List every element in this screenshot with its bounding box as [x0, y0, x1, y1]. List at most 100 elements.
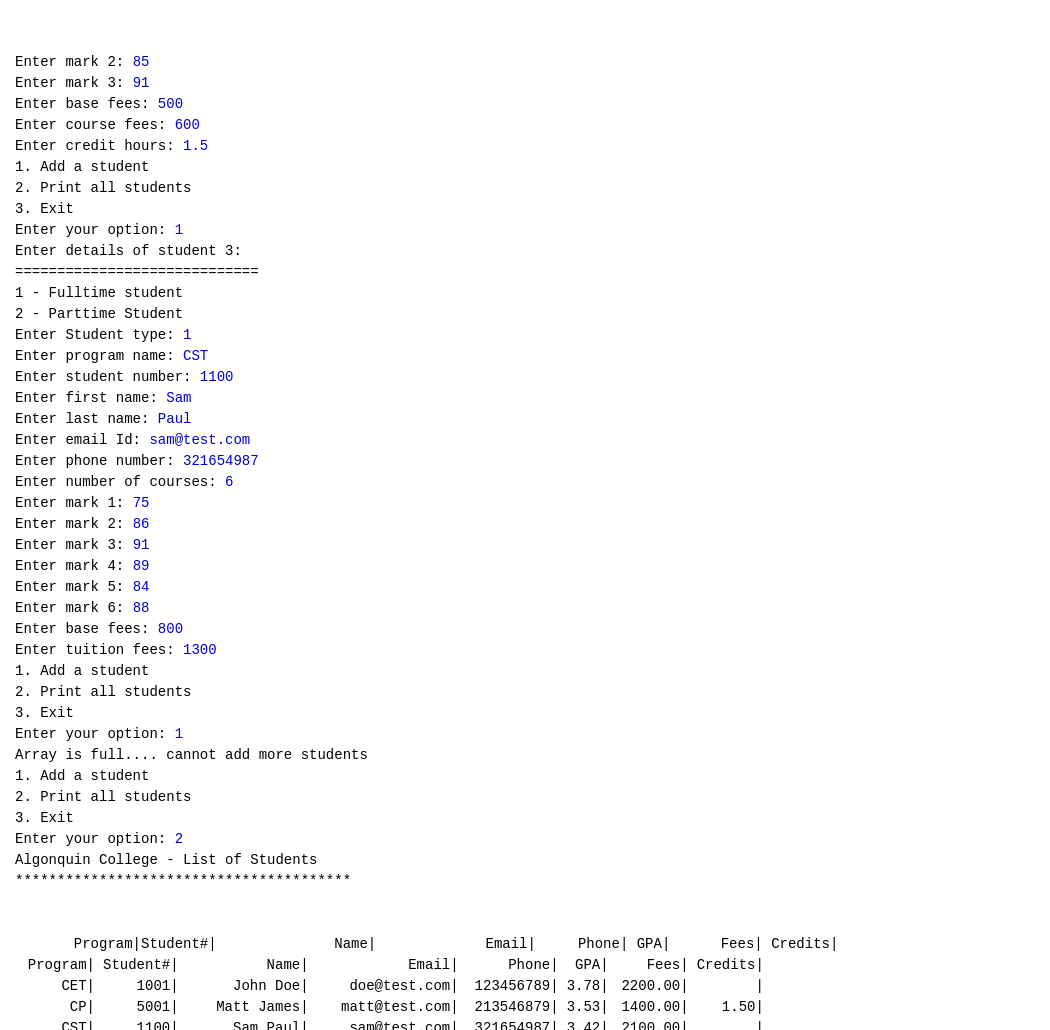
prompt-text: Enter email Id:: [15, 432, 149, 448]
prompt-text: Enter mark 1:: [15, 495, 133, 511]
terminal-line: =============================: [15, 262, 1035, 283]
table-cell: doe@test.com|: [309, 976, 459, 997]
user-input-text: 1300: [183, 642, 217, 658]
terminal-line: Enter student number: 1100: [15, 367, 1035, 388]
prompt-text: Enter first name:: [15, 390, 166, 406]
terminal-line: 2. Print all students: [15, 178, 1035, 199]
table-row: CST|1100|Sam Paul|sam@test.com|321654987…: [15, 1018, 764, 1030]
user-input-text: 2: [175, 831, 183, 847]
prompt-text: Enter tuition fees:: [15, 642, 183, 658]
terminal-line: Enter Student type: 1: [15, 325, 1035, 346]
table-cell: CP|: [15, 997, 95, 1018]
prompt-text: Enter mark 2:: [15, 516, 133, 532]
user-input-text: 1: [175, 726, 183, 742]
table-cell: John Doe|: [179, 976, 309, 997]
prompt-text: Enter base fees:: [15, 621, 158, 637]
user-input-text: 84: [133, 579, 150, 595]
terminal-line: Enter mark 4: 89: [15, 556, 1035, 577]
terminal-line: Enter your option: 1: [15, 220, 1035, 241]
user-input-text: sam@test.com: [149, 432, 250, 448]
table-col-header: Fees|: [609, 955, 689, 976]
table-cell: 1.50|: [689, 997, 764, 1018]
terminal-output: Enter mark 2: 85 Enter mark 3: 91 Enter ba…: [15, 10, 1035, 1030]
user-input-text: 1: [183, 327, 191, 343]
prompt-text: Enter mark 3:: [15, 537, 133, 553]
terminal-line: Enter course fees: 600: [15, 115, 1035, 136]
prompt-text: Enter phone number:: [15, 453, 183, 469]
terminal-line: Array is full.... cannot add more studen…: [15, 745, 1035, 766]
terminal-line: ****************************************: [15, 871, 1035, 892]
terminal-line: 1. Add a student: [15, 766, 1035, 787]
terminal-line: Enter details of student 3:: [15, 241, 1035, 262]
prompt-text: Enter base fees:: [15, 96, 158, 112]
user-input-text: 1100: [200, 369, 234, 385]
prompt-text: Enter last name:: [15, 411, 158, 427]
table-cell: CET|: [15, 976, 95, 997]
terminal-line: Enter tuition fees: 1300: [15, 640, 1035, 661]
terminal-line: Enter mark 1: 75: [15, 493, 1035, 514]
prompt-text: Enter student number:: [15, 369, 200, 385]
table-cell: 123456789|: [459, 976, 559, 997]
table-row: CP|5001|Matt James|matt@test.com|2135468…: [15, 997, 764, 1018]
user-input-text: 91: [133, 75, 150, 91]
terminal-line: 3. Exit: [15, 703, 1035, 724]
terminal-line: Enter credit hours: 1.5: [15, 136, 1035, 157]
table-cell: Sam Paul|: [179, 1018, 309, 1030]
user-input-text: 75: [133, 495, 150, 511]
data-table: Program|Student#|Name|Email|Phone|GPA|Fe…: [15, 955, 764, 1030]
user-input-text: 89: [133, 558, 150, 574]
user-input-text: 91: [133, 537, 150, 553]
terminal-line: Enter base fees: 800: [15, 619, 1035, 640]
table-cell: 321654987|: [459, 1018, 559, 1030]
table-col-header: Email|: [309, 955, 459, 976]
terminal-line: 2 - Parttime Student: [15, 304, 1035, 325]
prompt-text: Enter course fees:: [15, 117, 175, 133]
user-input-text: 88: [133, 600, 150, 616]
user-input-text: 321654987: [183, 453, 259, 469]
terminal-line: Enter your option: 1: [15, 724, 1035, 745]
terminal-line: Enter program name: CST: [15, 346, 1035, 367]
terminal-line: Enter your option: 2: [15, 829, 1035, 850]
terminal-line: Enter mark 6: 88: [15, 598, 1035, 619]
table-cell: 3.53|: [559, 997, 609, 1018]
terminal-line: 1. Add a student: [15, 661, 1035, 682]
terminal-line: Enter phone number: 321654987: [15, 451, 1035, 472]
prompt-text: Enter mark 4:: [15, 558, 133, 574]
user-input-text: CST: [183, 348, 208, 364]
terminal-line: Enter mark 2: 86: [15, 514, 1035, 535]
prompt-text: Enter credit hours:: [15, 138, 183, 154]
table-cell: 2100.00|: [609, 1018, 689, 1030]
prompt-text: Enter Student type:: [15, 327, 183, 343]
table-cell: CST|: [15, 1018, 95, 1030]
terminal-line: 3. Exit: [15, 199, 1035, 220]
prompt-text: Enter your option:: [15, 726, 175, 742]
terminal-line: 2. Print all students: [15, 787, 1035, 808]
student-table: Program|Student#| Name| Email| Phone| GP…: [15, 934, 1035, 1030]
user-input-text: 1: [175, 222, 183, 238]
terminal-line: Enter first name: Sam: [15, 388, 1035, 409]
table-cell: 3.42|: [559, 1018, 609, 1030]
user-input-text: 500: [158, 96, 183, 112]
table-col-header: Program|: [15, 955, 95, 976]
terminal-line: Enter mark 5: 84: [15, 577, 1035, 598]
terminal-line: Enter email Id: sam@test.com: [15, 430, 1035, 451]
prompt-text: Enter your option:: [15, 222, 175, 238]
table-cell: sam@test.com|: [309, 1018, 459, 1030]
table-cell: 2200.00|: [609, 976, 689, 997]
table-cell: 3.78|: [559, 976, 609, 997]
table-cell: Matt James|: [179, 997, 309, 1018]
terminal-line: Enter mark 2: 85: [15, 52, 1035, 73]
table-col-header: GPA|: [559, 955, 609, 976]
terminal-line: Enter base fees: 500: [15, 94, 1035, 115]
table-cell: 1400.00|: [609, 997, 689, 1018]
user-input-text: 1.5: [183, 138, 208, 154]
table-cell: 5001|: [95, 997, 179, 1018]
user-input-text: 6: [225, 474, 233, 490]
table-col-header: Student#|: [95, 955, 179, 976]
table-header-row: Program|Student#| Name| Email| Phone| GP…: [15, 934, 1035, 955]
table-row: CET|1001|John Doe|doe@test.com|123456789…: [15, 976, 764, 997]
table-cell: |: [689, 1018, 764, 1030]
terminal-line: 1. Add a student: [15, 157, 1035, 178]
terminal-line: Enter number of courses: 6: [15, 472, 1035, 493]
terminal-line: 3. Exit: [15, 808, 1035, 829]
